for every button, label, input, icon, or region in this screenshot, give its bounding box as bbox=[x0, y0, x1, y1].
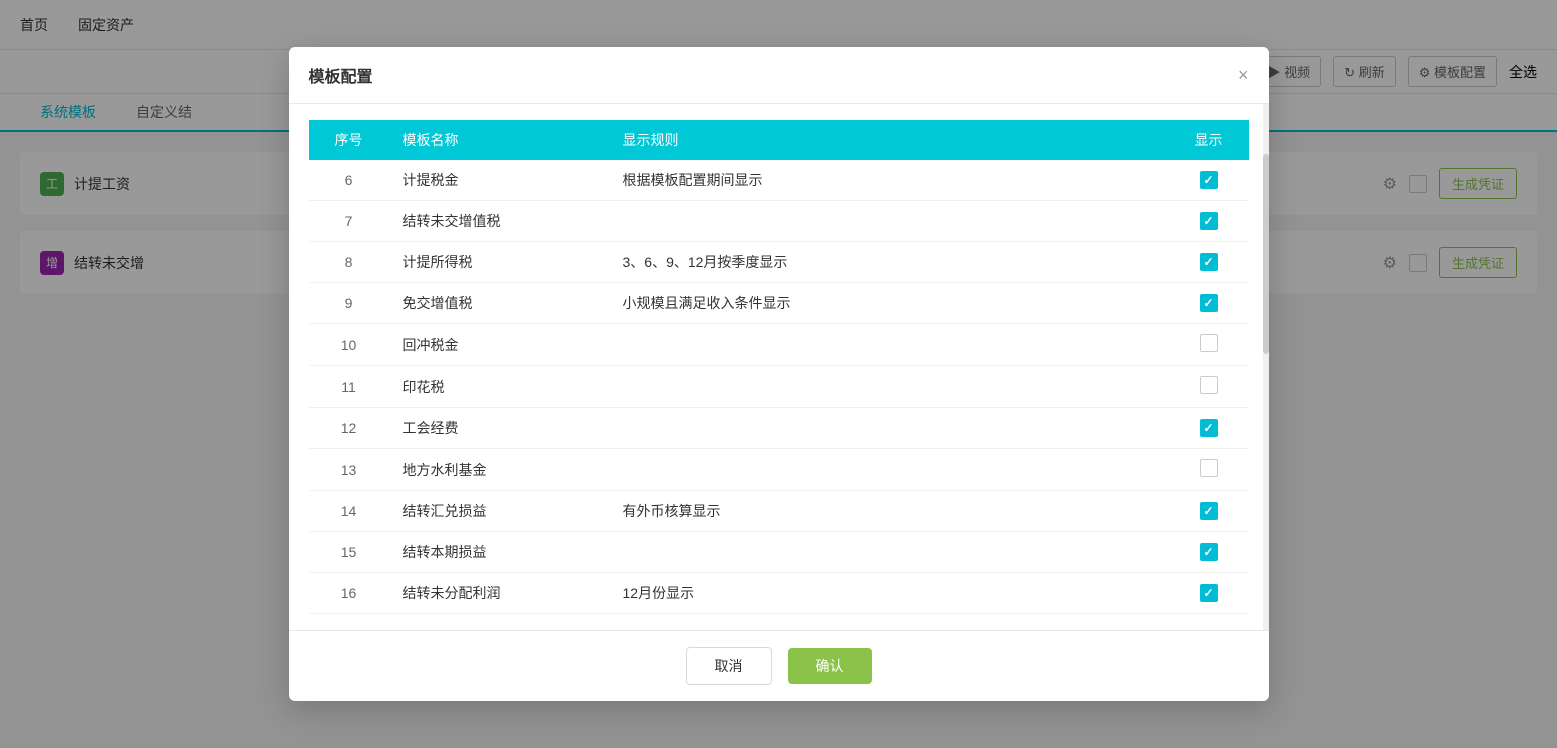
cell-display bbox=[1169, 573, 1249, 614]
modal-template-config: 模板配置 × 序号 模板名称 显示规则 显示 6计提税金根据模板配置期间显示7结… bbox=[289, 47, 1269, 701]
cancel-button[interactable]: 取消 bbox=[686, 647, 772, 685]
cell-rule: 3、6、9、12月按季度显示 bbox=[609, 242, 1169, 283]
cell-no: 10 bbox=[309, 324, 389, 366]
cell-rule bbox=[609, 366, 1169, 408]
display-checkbox[interactable] bbox=[1200, 253, 1218, 271]
cell-display bbox=[1169, 532, 1249, 573]
table-row: 9免交增值税小规模且满足收入条件显示 bbox=[309, 283, 1249, 324]
modal-header: 模板配置 × bbox=[289, 47, 1269, 104]
modal-footer: 取消 确认 bbox=[289, 630, 1269, 701]
table-row: 14结转汇兑损益有外币核算显示 bbox=[309, 491, 1249, 532]
cell-display bbox=[1169, 283, 1249, 324]
display-checkbox[interactable] bbox=[1200, 334, 1218, 352]
cell-no: 6 bbox=[309, 160, 389, 201]
table-row: 13地方水利基金 bbox=[309, 449, 1249, 491]
table-row: 6计提税金根据模板配置期间显示 bbox=[309, 160, 1249, 201]
cell-rule: 12月份显示 bbox=[609, 573, 1169, 614]
cell-display bbox=[1169, 160, 1249, 201]
cell-rule bbox=[609, 324, 1169, 366]
display-checkbox[interactable] bbox=[1200, 584, 1218, 602]
table-row: 8计提所得税3、6、9、12月按季度显示 bbox=[309, 242, 1249, 283]
display-checkbox[interactable] bbox=[1200, 171, 1218, 189]
modal-title: 模板配置 bbox=[309, 63, 373, 87]
cell-rule: 小规模且满足收入条件显示 bbox=[609, 283, 1169, 324]
cell-rule bbox=[609, 408, 1169, 449]
display-checkbox[interactable] bbox=[1200, 419, 1218, 437]
cell-no: 16 bbox=[309, 573, 389, 614]
cell-no: 15 bbox=[309, 532, 389, 573]
modal-close-button[interactable]: × bbox=[1238, 66, 1249, 84]
cell-name: 结转汇兑损益 bbox=[389, 491, 609, 532]
cell-rule bbox=[609, 532, 1169, 573]
cell-rule bbox=[609, 201, 1169, 242]
cell-display bbox=[1169, 366, 1249, 408]
confirm-button[interactable]: 确认 bbox=[788, 648, 872, 684]
cell-no: 12 bbox=[309, 408, 389, 449]
col-header-no: 序号 bbox=[309, 120, 389, 160]
scrollbar-thumb[interactable] bbox=[1263, 154, 1269, 354]
cell-rule: 根据模板配置期间显示 bbox=[609, 160, 1169, 201]
cell-name: 印花税 bbox=[389, 366, 609, 408]
cell-no: 7 bbox=[309, 201, 389, 242]
scrollbar-track bbox=[1263, 104, 1269, 630]
table-row: 11印花税 bbox=[309, 366, 1249, 408]
cell-name: 免交增值税 bbox=[389, 283, 609, 324]
modal-overlay: 模板配置 × 序号 模板名称 显示规则 显示 6计提税金根据模板配置期间显示7结… bbox=[0, 0, 1557, 748]
table-row: 16结转未分配利润12月份显示 bbox=[309, 573, 1249, 614]
cell-name: 计提税金 bbox=[389, 160, 609, 201]
cell-rule: 有外币核算显示 bbox=[609, 491, 1169, 532]
cell-no: 8 bbox=[309, 242, 389, 283]
modal-body: 序号 模板名称 显示规则 显示 6计提税金根据模板配置期间显示7结转未交增值税8… bbox=[289, 104, 1269, 630]
cell-name: 结转未分配利润 bbox=[389, 573, 609, 614]
col-header-display: 显示 bbox=[1169, 120, 1249, 160]
cell-name: 计提所得税 bbox=[389, 242, 609, 283]
cell-no: 9 bbox=[309, 283, 389, 324]
table-row: 12工会经费 bbox=[309, 408, 1249, 449]
cell-display bbox=[1169, 449, 1249, 491]
display-checkbox[interactable] bbox=[1200, 294, 1218, 312]
cell-name: 地方水利基金 bbox=[389, 449, 609, 491]
cell-name: 工会经费 bbox=[389, 408, 609, 449]
display-checkbox[interactable] bbox=[1200, 376, 1218, 394]
display-checkbox[interactable] bbox=[1200, 502, 1218, 520]
cell-display bbox=[1169, 408, 1249, 449]
cell-display bbox=[1169, 491, 1249, 532]
config-table: 序号 模板名称 显示规则 显示 6计提税金根据模板配置期间显示7结转未交增值税8… bbox=[309, 120, 1249, 614]
table-header-row: 序号 模板名称 显示规则 显示 bbox=[309, 120, 1249, 160]
cell-no: 11 bbox=[309, 366, 389, 408]
cell-no: 14 bbox=[309, 491, 389, 532]
cell-rule bbox=[609, 449, 1169, 491]
cell-name: 回冲税金 bbox=[389, 324, 609, 366]
table-row: 7结转未交增值税 bbox=[309, 201, 1249, 242]
cell-no: 13 bbox=[309, 449, 389, 491]
cell-display bbox=[1169, 242, 1249, 283]
col-header-rule: 显示规则 bbox=[609, 120, 1169, 160]
cell-name: 结转未交增值税 bbox=[389, 201, 609, 242]
display-checkbox[interactable] bbox=[1200, 212, 1218, 230]
cell-display bbox=[1169, 201, 1249, 242]
display-checkbox[interactable] bbox=[1200, 459, 1218, 477]
cell-name: 结转本期损益 bbox=[389, 532, 609, 573]
table-row: 10回冲税金 bbox=[309, 324, 1249, 366]
cell-display bbox=[1169, 324, 1249, 366]
col-header-name: 模板名称 bbox=[389, 120, 609, 160]
display-checkbox[interactable] bbox=[1200, 543, 1218, 561]
table-row: 15结转本期损益 bbox=[309, 532, 1249, 573]
